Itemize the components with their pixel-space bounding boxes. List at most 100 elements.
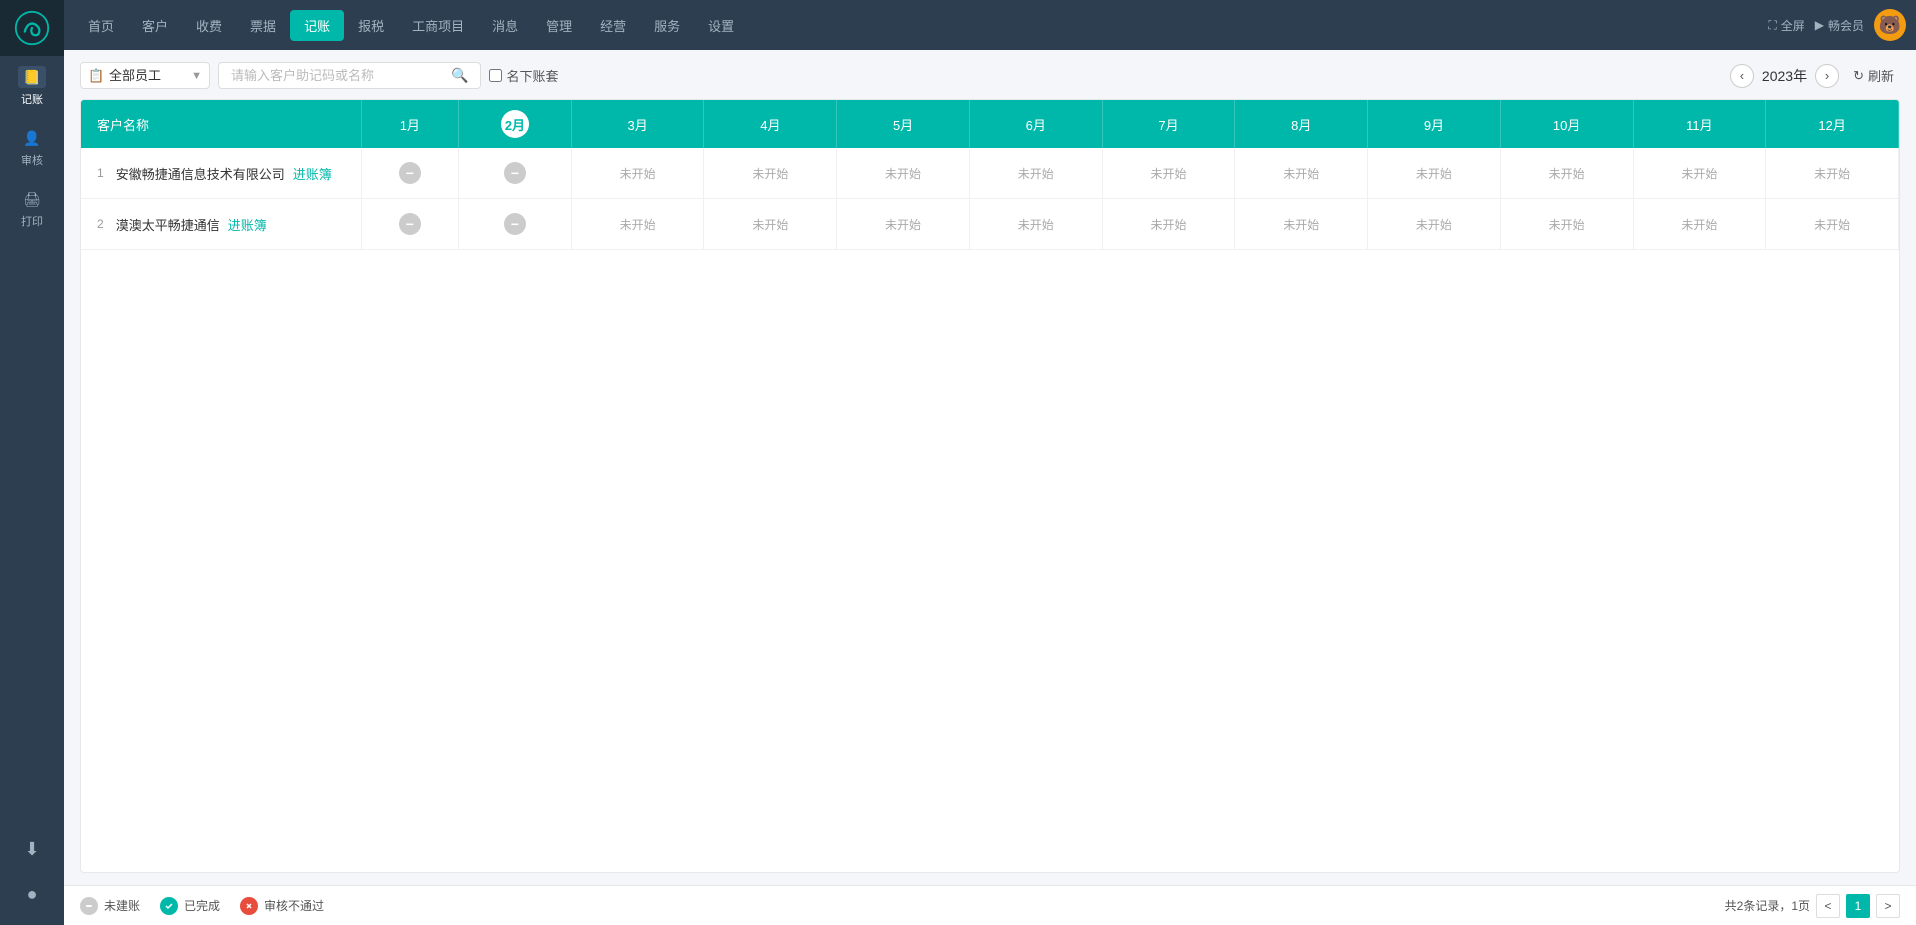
main-wrapper: 首页 客户 收费 票据 记账 报税 工商项目 消息 管理 经营 服务 设置 ⛶ … — [64, 0, 1916, 925]
refresh-button[interactable]: ↻ 刷新 — [1847, 62, 1900, 89]
sidebar-item-audit[interactable]: 👤 审核 — [0, 117, 64, 178]
client-num: 1 — [97, 166, 104, 180]
col-dec: 12月 — [1766, 100, 1899, 148]
member-icon: ▶ — [1815, 18, 1824, 32]
table-body: 1 安徽畅捷通信息技术有限公司 进账簿 −−未开始未开始未开始未开始未开始未开始… — [81, 148, 1899, 250]
cell-client-name: 1 安徽畅捷通信息技术有限公司 进账簿 — [81, 148, 361, 199]
checkbox-wrapper[interactable]: 名下账套 — [489, 66, 558, 85]
cell-aug: 未开始 — [1235, 199, 1368, 250]
status-not-started-text: 未开始 — [1283, 167, 1319, 181]
search-input[interactable] — [227, 63, 447, 88]
cell-feb: − — [459, 199, 572, 250]
nav-billing[interactable]: 收费 — [182, 10, 236, 41]
nav-tax[interactable]: 报税 — [344, 10, 398, 41]
fullscreen-label: 全屏 — [1781, 17, 1805, 34]
nav-message[interactable]: 消息 — [478, 10, 532, 41]
employee-select-wrapper: 📋 全部员工 ▼ — [80, 62, 210, 89]
employee-select-icon: 📋 — [88, 68, 104, 84]
current-page-button[interactable]: 1 — [1846, 894, 1870, 918]
nav-service[interactable]: 服务 — [640, 10, 694, 41]
sidebar-bottom: ⬇ ● — [0, 829, 64, 925]
ledger-link[interactable]: 进账簿 — [228, 215, 267, 234]
cell-jun: 未开始 — [969, 199, 1102, 250]
nav-settings[interactable]: 设置 — [694, 10, 748, 41]
page-content: 📋 全部员工 ▼ 🔍 名下账套 ‹ 2023年 › ↻ 刷新 — [64, 50, 1916, 885]
nav-operation[interactable]: 经营 — [586, 10, 640, 41]
nav-home[interactable]: 首页 — [74, 10, 128, 41]
cell-jan: − — [361, 199, 459, 250]
sidebar-item-support[interactable]: ● — [0, 874, 64, 915]
prev-year-button[interactable]: ‹ — [1730, 64, 1754, 88]
sidebar-item-ledger-label: 记账 — [21, 91, 43, 107]
status-not-started-text: 未开始 — [1150, 167, 1186, 181]
search-input-wrapper: 🔍 — [218, 62, 481, 89]
status-not-started-text: 未开始 — [1549, 167, 1585, 181]
print-icon: 🖨 — [18, 188, 46, 210]
cell-sep: 未开始 — [1368, 148, 1501, 199]
ledger-link[interactable]: 进账簿 — [293, 164, 332, 183]
avatar[interactable]: 🐻 — [1874, 9, 1906, 41]
cell-oct: 未开始 — [1500, 148, 1633, 199]
cell-mar: 未开始 — [571, 199, 704, 250]
cell-apr: 未开始 — [704, 199, 837, 250]
nav-biz[interactable]: 工商项目 — [398, 10, 478, 41]
cell-dec: 未开始 — [1766, 148, 1899, 199]
next-year-button[interactable]: › — [1815, 64, 1839, 88]
cell-nov: 未开始 — [1633, 148, 1766, 199]
status-dash-icon: − — [504, 162, 526, 184]
cell-aug: 未开始 — [1235, 148, 1368, 199]
col-jul: 7月 — [1102, 100, 1235, 148]
col-sep: 9月 — [1368, 100, 1501, 148]
refresh-icon: ↻ — [1853, 68, 1864, 84]
col-aug: 8月 — [1235, 100, 1368, 148]
footer: 未建账 已完成 审核不通过 共2条记录，1页 < 1 > — [64, 885, 1916, 925]
account-checkbox[interactable] — [489, 69, 502, 82]
refresh-label: 刷新 — [1868, 66, 1894, 85]
fullscreen-button[interactable]: ⛶ 全屏 — [1768, 17, 1804, 34]
cell-may: 未开始 — [837, 148, 970, 199]
col-apr: 4月 — [704, 100, 837, 148]
legend-dot-completed — [160, 897, 178, 915]
table-wrapper: 客户名称 1月 2月 3月 4月 — [80, 99, 1900, 873]
nav-client[interactable]: 客户 — [128, 10, 182, 41]
legend-completed: 已完成 — [160, 897, 220, 915]
current-month-circle: 2月 — [501, 110, 529, 138]
status-not-started-text: 未开始 — [1416, 167, 1452, 181]
cell-client-name: 2 漠澳太平畅捷通信 进账簿 — [81, 199, 361, 250]
table-row: 1 安徽畅捷通信息技术有限公司 进账簿 −−未开始未开始未开始未开始未开始未开始… — [81, 148, 1899, 199]
status-not-started-text: 未开始 — [752, 167, 788, 181]
legend-rejected: 审核不通过 — [240, 897, 324, 915]
nav-ledger[interactable]: 记账 — [290, 10, 344, 41]
table-header-row: 客户名称 1月 2月 3月 4月 — [81, 100, 1899, 148]
sidebar-item-download[interactable]: ⬇ — [0, 829, 64, 870]
sidebar-logo — [0, 0, 64, 56]
member-button[interactable]: ▶ 畅会员 — [1815, 17, 1864, 34]
nav-manage[interactable]: 管理 — [532, 10, 586, 41]
legend-dot-rejected — [240, 897, 258, 915]
search-button[interactable]: 🔍 — [447, 65, 472, 86]
total-label: 共2条记录，1页 — [1725, 897, 1810, 914]
pagination: 共2条记录，1页 < 1 > — [1725, 894, 1900, 918]
status-not-started-text: 未开始 — [885, 218, 921, 232]
status-not-started-text: 未开始 — [752, 218, 788, 232]
status-dash-icon: − — [399, 213, 421, 235]
chevron-down-icon: ▼ — [191, 70, 202, 82]
sidebar-item-print-label: 打印 — [21, 213, 43, 229]
col-nov: 11月 — [1633, 100, 1766, 148]
legend-not-built: 未建账 — [80, 897, 140, 915]
prev-page-button[interactable]: < — [1816, 894, 1840, 918]
sidebar: 📒 记账 👤 审核 🖨 打印 ⬇ ● — [0, 0, 64, 925]
col-jan: 1月 — [361, 100, 459, 148]
nav-invoice[interactable]: 票据 — [236, 10, 290, 41]
legend-label-completed: 已完成 — [184, 897, 220, 914]
cell-dec: 未开始 — [1766, 199, 1899, 250]
cell-nov: 未开始 — [1633, 199, 1766, 250]
sidebar-item-ledger[interactable]: 📒 记账 — [0, 56, 64, 117]
status-not-started-text: 未开始 — [885, 167, 921, 181]
cell-sep: 未开始 — [1368, 199, 1501, 250]
status-not-started-text: 未开始 — [1681, 218, 1717, 232]
cell-mar: 未开始 — [571, 148, 704, 199]
ledger-icon: 📒 — [18, 66, 46, 88]
next-page-button[interactable]: > — [1876, 894, 1900, 918]
sidebar-item-print[interactable]: 🖨 打印 — [0, 178, 64, 239]
